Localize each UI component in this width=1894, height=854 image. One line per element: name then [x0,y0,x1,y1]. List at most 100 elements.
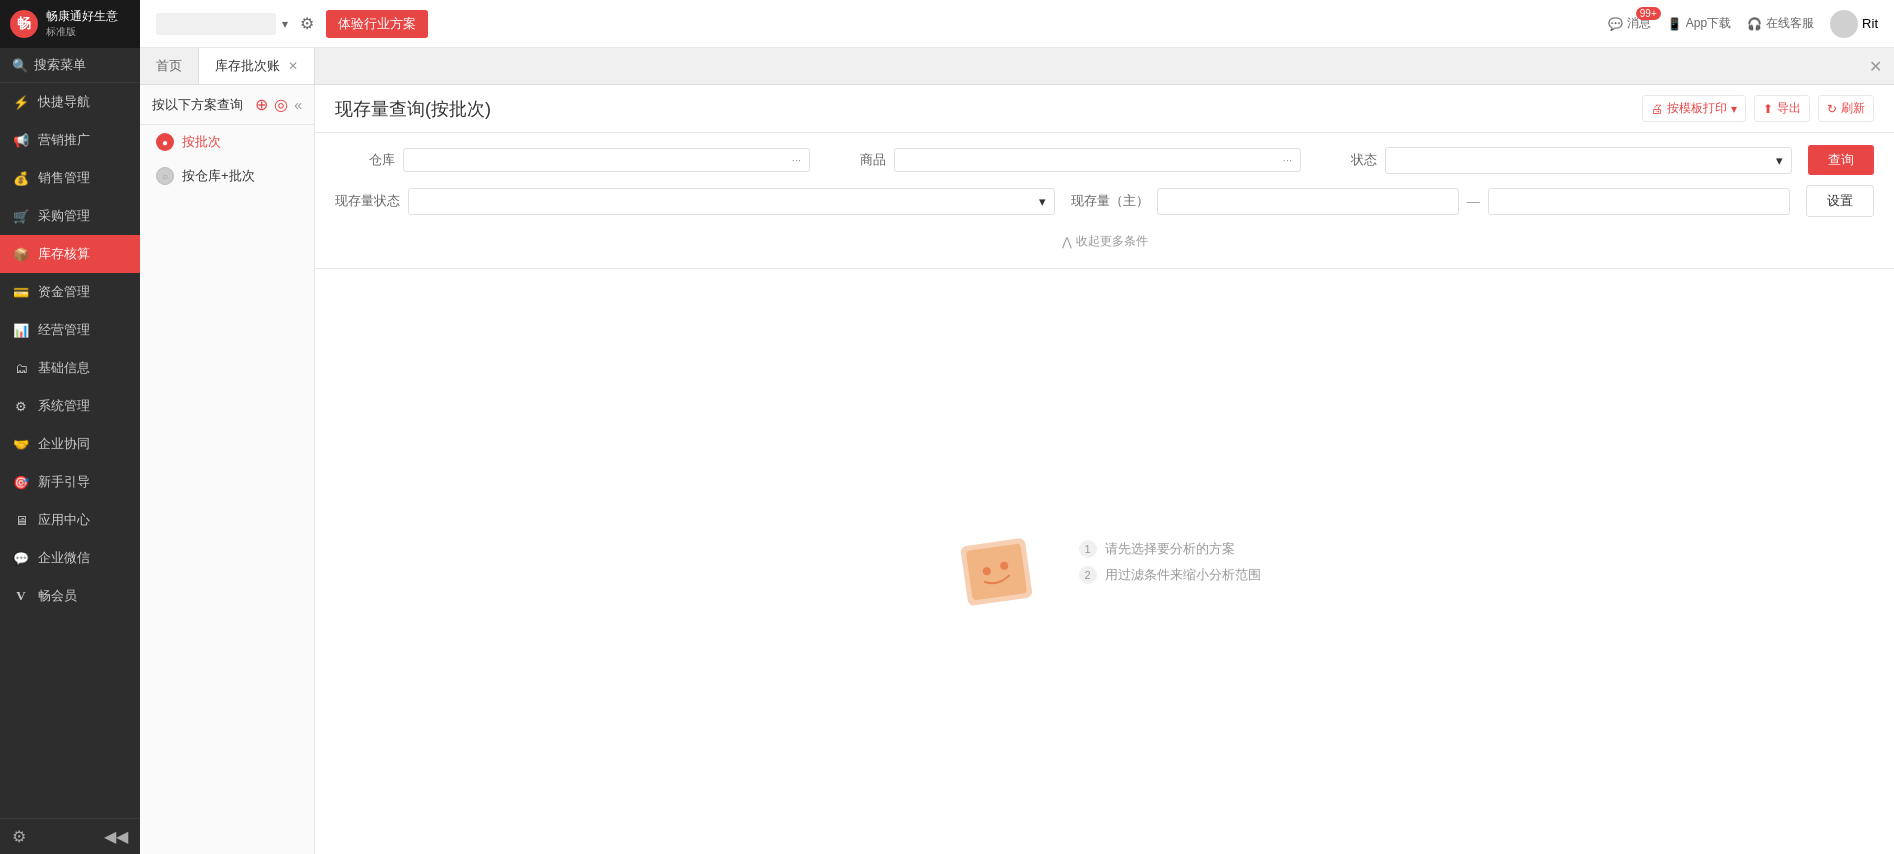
nav-label-system: 系统管理 [38,397,90,415]
query-button[interactable]: 查询 [1808,145,1874,175]
enterprise-collab-icon: 🤝 [12,435,30,453]
scheme-item-by-batch[interactable]: ● 按批次 [140,125,314,159]
inventory-qty-max[interactable] [1488,188,1790,215]
tab-close-icon[interactable]: ✕ [288,59,298,73]
message-badge: 99+ [1636,7,1661,20]
sidebar: 畅 畅康通好生意 标准版 🔍 搜索菜单 ⚡ 快捷导航 📢 营销推广 💰 销售管理… [0,0,140,854]
sidebar-item-enterprise-wechat[interactable]: 💬 企业微信 [0,539,140,577]
sidebar-search-label: 搜索菜单 [34,56,86,74]
topbar-dropdown-icon[interactable]: ▾ [282,17,288,31]
topbar-right: 💬 消息 99+ 📱 App下载 🎧 在线客服 Rit [1608,10,1878,38]
scheme-item-by-warehouse-batch[interactable]: ○ 按仓库+批次 [140,159,314,193]
topbar-gear-icon[interactable]: ⚙ [300,14,314,33]
empty-svg [949,512,1059,622]
tip-text-2: 用过滤条件来缩小分析范围 [1105,566,1261,584]
app-logo: 畅 [10,10,38,38]
warehouse-input[interactable]: ··· [403,148,810,172]
enterprise-wechat-icon: 💬 [12,549,30,567]
sidebar-item-purchase[interactable]: 🛒 采购管理 [0,197,140,235]
tip-item-1: 1 请先选择要分析的方案 [1079,540,1261,558]
sidebar-item-basics[interactable]: 🗂 基础信息 [0,349,140,387]
settings-button[interactable]: 设置 [1806,185,1874,217]
status-label: 状态 [1317,151,1377,169]
sidebar-item-inventory[interactable]: 📦 库存核算 [0,235,140,273]
print-label: 按模板打印 [1667,100,1727,117]
filter-area: 仓库 ··· 商品 ··· 状态 [315,133,1894,269]
product-more[interactable]: ··· [1283,154,1292,166]
collapse-panel-icon[interactable]: « [294,97,302,113]
status-field: 状态 ▾ [1317,147,1792,174]
nav-label-finance: 资金管理 [38,283,90,301]
warehouse-label: 仓库 [335,151,395,169]
nav-label-inventory: 库存核算 [38,245,90,263]
sidebar-item-enterprise-collab[interactable]: 🤝 企业协同 [0,425,140,463]
sidebar-item-finance[interactable]: 💳 资金管理 [0,273,140,311]
sidebar-item-app-center[interactable]: 🖥 应用中心 [0,501,140,539]
print-dropdown-icon[interactable]: ▾ [1731,102,1737,116]
app-download-button[interactable]: 📱 App下载 [1667,15,1731,32]
inventory-qty-label: 现存量（主） [1071,192,1149,210]
empty-illustration [949,512,1049,612]
print-button[interactable]: 🖨 按模板打印 ▾ [1642,95,1746,122]
export-icon: ⬆ [1763,102,1773,116]
filter-row-1: 仓库 ··· 商品 ··· 状态 [335,145,1874,175]
sidebar-search[interactable]: 🔍 搜索菜单 [0,48,140,83]
app-center-icon: 🖥 [12,511,30,529]
scheme-settings-icon[interactable]: ◎ [274,95,288,114]
left-panel-actions: ⊕ ◎ « [255,95,302,114]
topbar-search-input[interactable] [156,13,276,35]
topbar-search-area: ▾ [156,13,288,35]
nav-label-sales: 销售管理 [38,169,90,187]
sidebar-item-sales[interactable]: 💰 销售管理 [0,159,140,197]
sidebar-item-operations[interactable]: 📊 经营管理 [0,311,140,349]
svg-rect-1 [965,543,1026,600]
status-select[interactable]: ▾ [1385,147,1792,174]
settings-icon[interactable]: ⚙ [12,827,26,846]
app-download-label: App下载 [1686,15,1731,32]
export-button[interactable]: ⬆ 导出 [1754,95,1810,122]
search-icon: 🔍 [12,58,28,73]
user-menu[interactable]: Rit [1830,10,1878,38]
message-button[interactable]: 💬 消息 99+ [1608,15,1651,32]
operations-icon: 📊 [12,321,30,339]
collapse-sidebar-icon[interactable]: ◀◀ [104,827,128,846]
range-separator: — [1467,194,1480,209]
marketing-icon: 📢 [12,131,30,149]
scheme-label-by-batch: 按批次 [182,133,221,151]
export-label: 导出 [1777,100,1801,117]
sidebar-item-quick-nav[interactable]: ⚡ 快捷导航 [0,83,140,121]
empty-state: 1 请先选择要分析的方案 2 用过滤条件来缩小分析范围 [315,269,1894,854]
sidebar-item-new-guide[interactable]: 🎯 新手引导 [0,463,140,501]
sidebar-item-system[interactable]: ⚙ 系统管理 [0,387,140,425]
tab-inventory-batch[interactable]: 库存批次账 ✕ [199,48,315,84]
system-icon: ⚙ [12,397,30,415]
product-field: 商品 ··· [826,148,1301,172]
refresh-button[interactable]: ↻ 刷新 [1818,95,1874,122]
main-area: ▾ ⚙ 体验行业方案 💬 消息 99+ 📱 App下载 🎧 在线客服 Rit [140,0,1894,854]
filter-row-2: 现存量状态 ▾ 现存量（主） — 设置 [335,185,1874,217]
online-service-button[interactable]: 🎧 在线客服 [1747,15,1814,32]
product-label: 商品 [826,151,886,169]
page-header: 现存量查询(按批次) 🖨 按模板打印 ▾ ⬆ 导出 ↻ 刷新 [315,85,1894,133]
nav-label-quick-nav: 快捷导航 [38,93,90,111]
vip-icon: V [12,587,30,605]
tab-bar: 首页 库存批次账 ✕ ✕ [140,48,1894,85]
sidebar-item-marketing[interactable]: 📢 营销推广 [0,121,140,159]
collapse-filters[interactable]: ⋀ 收起更多条件 [335,227,1874,256]
page-content: 按以下方案查询 ⊕ ◎ « ● 按批次 ○ 按仓库+批次 现存量查询(按批次) [140,85,1894,854]
warehouse-more[interactable]: ··· [792,154,801,166]
add-scheme-icon[interactable]: ⊕ [255,95,268,114]
nav-label-enterprise-wechat: 企业微信 [38,549,90,567]
tab-close-all-icon[interactable]: ✕ [1857,57,1894,76]
nav-label-vip: 畅会员 [38,587,77,605]
refresh-label: 刷新 [1841,100,1865,117]
inventory-status-select[interactable]: ▾ [408,188,1055,215]
product-input[interactable]: ··· [894,148,1301,172]
left-panel-header: 按以下方案查询 ⊕ ◎ « [140,85,314,125]
app-info: 畅康通好生意 标准版 [46,9,118,39]
tab-home[interactable]: 首页 [140,48,199,84]
sidebar-item-vip[interactable]: V 畅会员 [0,577,140,615]
trial-button[interactable]: 体验行业方案 [326,10,428,38]
inventory-qty-min[interactable] [1157,188,1459,215]
action-buttons: 设置 [1806,185,1874,217]
